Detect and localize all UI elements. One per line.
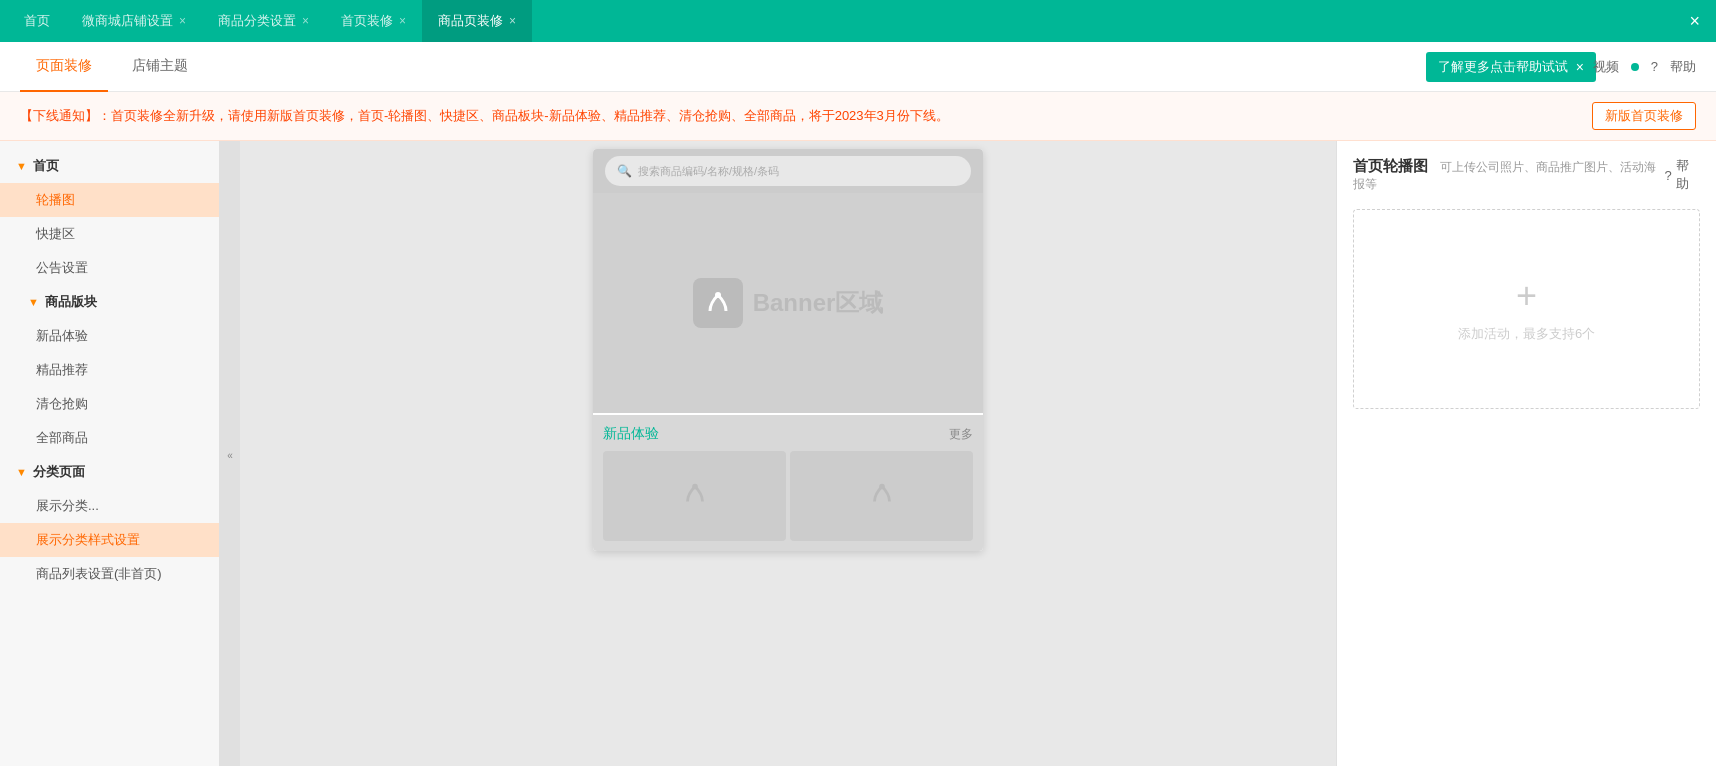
new-homepage-decor-button[interactable]: 新版首页装修	[1592, 102, 1696, 130]
arrow-icon-product-block: ▼	[28, 296, 39, 308]
tab-home[interactable]: 首页	[8, 0, 66, 42]
tab-product-decor-close[interactable]: ×	[509, 14, 516, 28]
phone-search-bar: 🔍 搜索商品编码/名称/规格/条码	[593, 149, 983, 193]
tab-store-theme[interactable]: 店铺主题	[116, 42, 204, 92]
phone-search-placeholder: 搜索商品编码/名称/规格/条码	[638, 164, 779, 179]
sidebar: ▼ 首页 轮播图 快捷区 公告设置 ▼ 商品版块 新品体验 精品推荐 清仓抢购 …	[0, 141, 220, 766]
add-activity-box[interactable]: + 添加活动，最多支持6个	[1353, 209, 1700, 409]
dot-icon	[1631, 63, 1639, 71]
product-card-2-logo	[867, 479, 897, 514]
sidebar-all-products-label: 全部商品	[36, 430, 88, 445]
sidebar-clearance-label: 清仓抢购	[36, 396, 88, 411]
sidebar-collapse-button[interactable]: «	[220, 141, 240, 766]
preview-phone: 🔍 搜索商品编码/名称/规格/条码 Banner区域	[593, 149, 983, 551]
add-activity-plus-icon: +	[1516, 275, 1537, 317]
sidebar-item-featured[interactable]: 精品推荐	[0, 353, 219, 387]
sidebar-item-product-list[interactable]: 商品列表设置(非首页)	[0, 557, 219, 591]
tab-wechat-store-label: 微商城店铺设置	[82, 12, 173, 30]
sidebar-item-show-category[interactable]: 展示分类...	[0, 489, 219, 523]
main-layout: ▼ 首页 轮播图 快捷区 公告设置 ▼ 商品版块 新品体验 精品推荐 清仓抢购 …	[0, 141, 1716, 766]
product-section: 新品体验 更多	[593, 415, 983, 551]
product-section-header: 新品体验 更多	[603, 425, 973, 443]
product-grid	[603, 451, 973, 541]
svg-point-2	[879, 483, 885, 489]
product-section-more: 更多	[949, 426, 973, 443]
sidebar-shortcut-label: 快捷区	[36, 226, 75, 241]
banner-logo-icon	[693, 278, 743, 328]
product-card-1-logo	[680, 479, 710, 514]
sidebar-item-announcement[interactable]: 公告设置	[0, 251, 219, 285]
banner-text: Banner区域	[753, 287, 884, 319]
right-panel-help-label: 帮助	[1676, 157, 1700, 193]
help-circle-icon: ?	[1664, 168, 1671, 183]
product-section-title: 新品体验	[603, 425, 659, 443]
sidebar-announcement-label: 公告设置	[36, 260, 88, 275]
tab-product-decor[interactable]: 商品页装修 ×	[422, 0, 532, 42]
sidebar-show-category-label: 展示分类...	[36, 498, 99, 513]
tab-product-category[interactable]: 商品分类设置 ×	[202, 0, 325, 42]
notice-bar: 【下线通知】：首页装修全新升级，请使用新版首页装修，首页-轮播图、快捷区、商品板…	[0, 92, 1716, 141]
banner-area: Banner区域	[593, 193, 983, 413]
sidebar-section-category-page[interactable]: ▼ 分类页面	[0, 455, 219, 489]
sidebar-item-all-products[interactable]: 全部商品	[0, 421, 219, 455]
sidebar-item-new-experience[interactable]: 新品体验	[0, 319, 219, 353]
close-all-tabs-button[interactable]: ×	[1681, 11, 1708, 32]
tab-home-decor[interactable]: 首页装修 ×	[325, 0, 422, 42]
sidebar-item-shortcut[interactable]: 快捷区	[0, 217, 219, 251]
tab-product-category-label: 商品分类设置	[218, 12, 296, 30]
help-label[interactable]: 帮助	[1670, 58, 1696, 76]
preview-area: 🔍 搜索商品编码/名称/规格/条码 Banner区域	[240, 141, 1336, 766]
notice-text: 【下线通知】：首页装修全新升级，请使用新版首页装修，首页-轮播图、快捷区、商品板…	[20, 107, 949, 125]
svg-point-1	[692, 483, 698, 489]
phone-search-input: 🔍 搜索商品编码/名称/规格/条码	[605, 156, 971, 186]
arrow-icon-category-page: ▼	[16, 466, 27, 478]
sidebar-product-list-label: 商品列表设置(非首页)	[36, 566, 162, 581]
add-activity-text: 添加活动，最多支持6个	[1458, 325, 1595, 343]
search-icon: 🔍	[617, 164, 632, 178]
tab-product-category-close[interactable]: ×	[302, 14, 309, 28]
help-banner-text: 了解更多点击帮助试试	[1438, 58, 1568, 76]
video-label[interactable]: 视频	[1593, 58, 1619, 76]
svg-point-0	[715, 292, 721, 298]
sidebar-homepage-label: 首页	[33, 157, 59, 175]
help-icon: ?	[1651, 59, 1658, 74]
sidebar-item-category-style[interactable]: 展示分类样式设置	[0, 523, 219, 557]
right-panel-help-button[interactable]: ? 帮助	[1664, 157, 1700, 193]
arrow-icon-homepage: ▼	[16, 160, 27, 172]
help-banner: 了解更多点击帮助试试 ×	[1426, 52, 1596, 82]
header-right: 视频 ? 帮助	[1593, 58, 1696, 76]
tab-home-label: 首页	[24, 12, 50, 30]
right-panel-title-group: 首页轮播图 可上传公司照片、商品推广图片、活动海报等	[1353, 157, 1664, 193]
sidebar-item-banner[interactable]: 轮播图	[0, 183, 219, 217]
product-card-1	[603, 451, 786, 541]
sidebar-category-page-label: 分类页面	[33, 463, 85, 481]
sub-header: 页面装修 店铺主题 了解更多点击帮助试试 × 视频 ? 帮助	[0, 42, 1716, 92]
right-panel-header: 首页轮播图 可上传公司照片、商品推广图片、活动海报等 ? 帮助	[1353, 157, 1700, 193]
sidebar-section-homepage[interactable]: ▼ 首页	[0, 149, 219, 183]
sidebar-banner-label: 轮播图	[36, 192, 75, 207]
sidebar-new-experience-label: 新品体验	[36, 328, 88, 343]
tab-page-decor[interactable]: 页面装修	[20, 42, 108, 92]
sidebar-item-clearance[interactable]: 清仓抢购	[0, 387, 219, 421]
product-card-2	[790, 451, 973, 541]
tab-store-theme-label: 店铺主题	[132, 57, 188, 75]
collapse-icon: «	[227, 450, 233, 461]
banner-logo: Banner区域	[693, 278, 884, 328]
sidebar-section-product-block[interactable]: ▼ 商品版块	[0, 285, 219, 319]
sidebar-featured-label: 精品推荐	[36, 362, 88, 377]
sidebar-product-block-label: 商品版块	[45, 293, 97, 311]
tab-home-decor-close[interactable]: ×	[399, 14, 406, 28]
tab-page-decor-label: 页面装修	[36, 57, 92, 75]
tab-product-decor-label: 商品页装修	[438, 12, 503, 30]
tab-bar: 首页 微商城店铺设置 × 商品分类设置 × 首页装修 × 商品页装修 × ×	[0, 0, 1716, 42]
right-panel-title: 首页轮播图	[1353, 157, 1428, 174]
tab-wechat-store[interactable]: 微商城店铺设置 ×	[66, 0, 202, 42]
sidebar-category-style-label: 展示分类样式设置	[36, 532, 140, 547]
help-banner-close[interactable]: ×	[1576, 59, 1584, 75]
tab-wechat-store-close[interactable]: ×	[179, 14, 186, 28]
tab-home-decor-label: 首页装修	[341, 12, 393, 30]
right-panel: 首页轮播图 可上传公司照片、商品推广图片、活动海报等 ? 帮助 + 添加活动，最…	[1336, 141, 1716, 766]
